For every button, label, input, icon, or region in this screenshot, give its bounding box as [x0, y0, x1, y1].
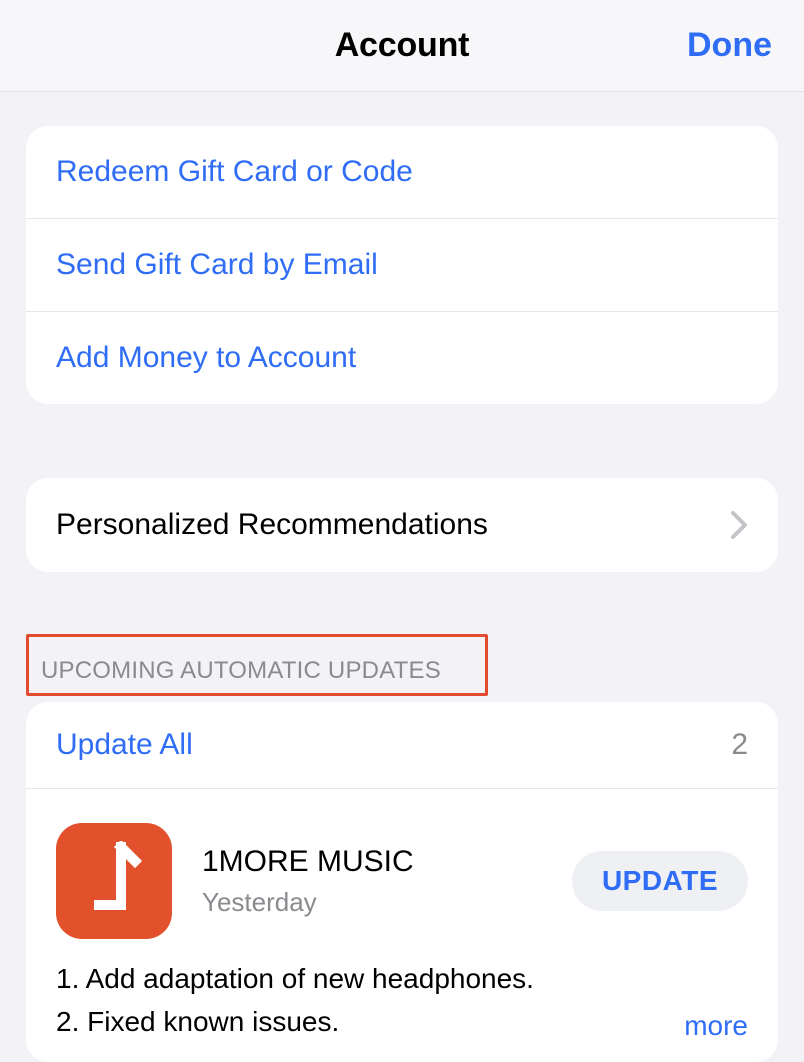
- send-gift-link[interactable]: Send Gift Card by Email: [26, 218, 778, 311]
- upcoming-updates-header: UPCOMING AUTOMATIC UPDATES: [26, 634, 778, 696]
- done-button[interactable]: Done: [687, 26, 772, 65]
- section-header-text: UPCOMING AUTOMATIC UPDATES: [41, 657, 461, 685]
- redeem-link[interactable]: Redeem Gift Card or Code: [26, 126, 778, 218]
- page-title: Account: [335, 26, 470, 65]
- update-button[interactable]: UPDATE: [572, 851, 748, 911]
- app-icon[interactable]: [56, 823, 172, 939]
- app-name: 1MORE MUSIC: [202, 845, 572, 879]
- updates-count: 2: [731, 728, 748, 762]
- update-all-button[interactable]: Update All: [56, 728, 193, 762]
- app-date: Yesterday: [202, 887, 572, 918]
- recommendations-label: Personalized Recommendations: [56, 508, 488, 542]
- chevron-right-icon: [730, 510, 748, 540]
- nav-bar: Account Done: [0, 0, 804, 92]
- updates-card: Update All 2 1MORE MUSIC Yesterday UPDAT…: [26, 702, 778, 1062]
- add-money-link[interactable]: Add Money to Account: [26, 311, 778, 404]
- recommendations-row[interactable]: Personalized Recommendations: [26, 478, 778, 572]
- release-note-line: 1. Add adaptation of new headphones.: [56, 957, 748, 1000]
- update-all-row: Update All 2: [26, 702, 778, 789]
- more-button[interactable]: more: [674, 1004, 748, 1047]
- gift-card-section: Redeem Gift Card or Code Send Gift Card …: [26, 126, 778, 404]
- release-notes: 1. Add adaptation of new headphones. 2. …: [26, 957, 778, 1062]
- app-row: 1MORE MUSIC Yesterday UPDATE: [26, 789, 778, 957]
